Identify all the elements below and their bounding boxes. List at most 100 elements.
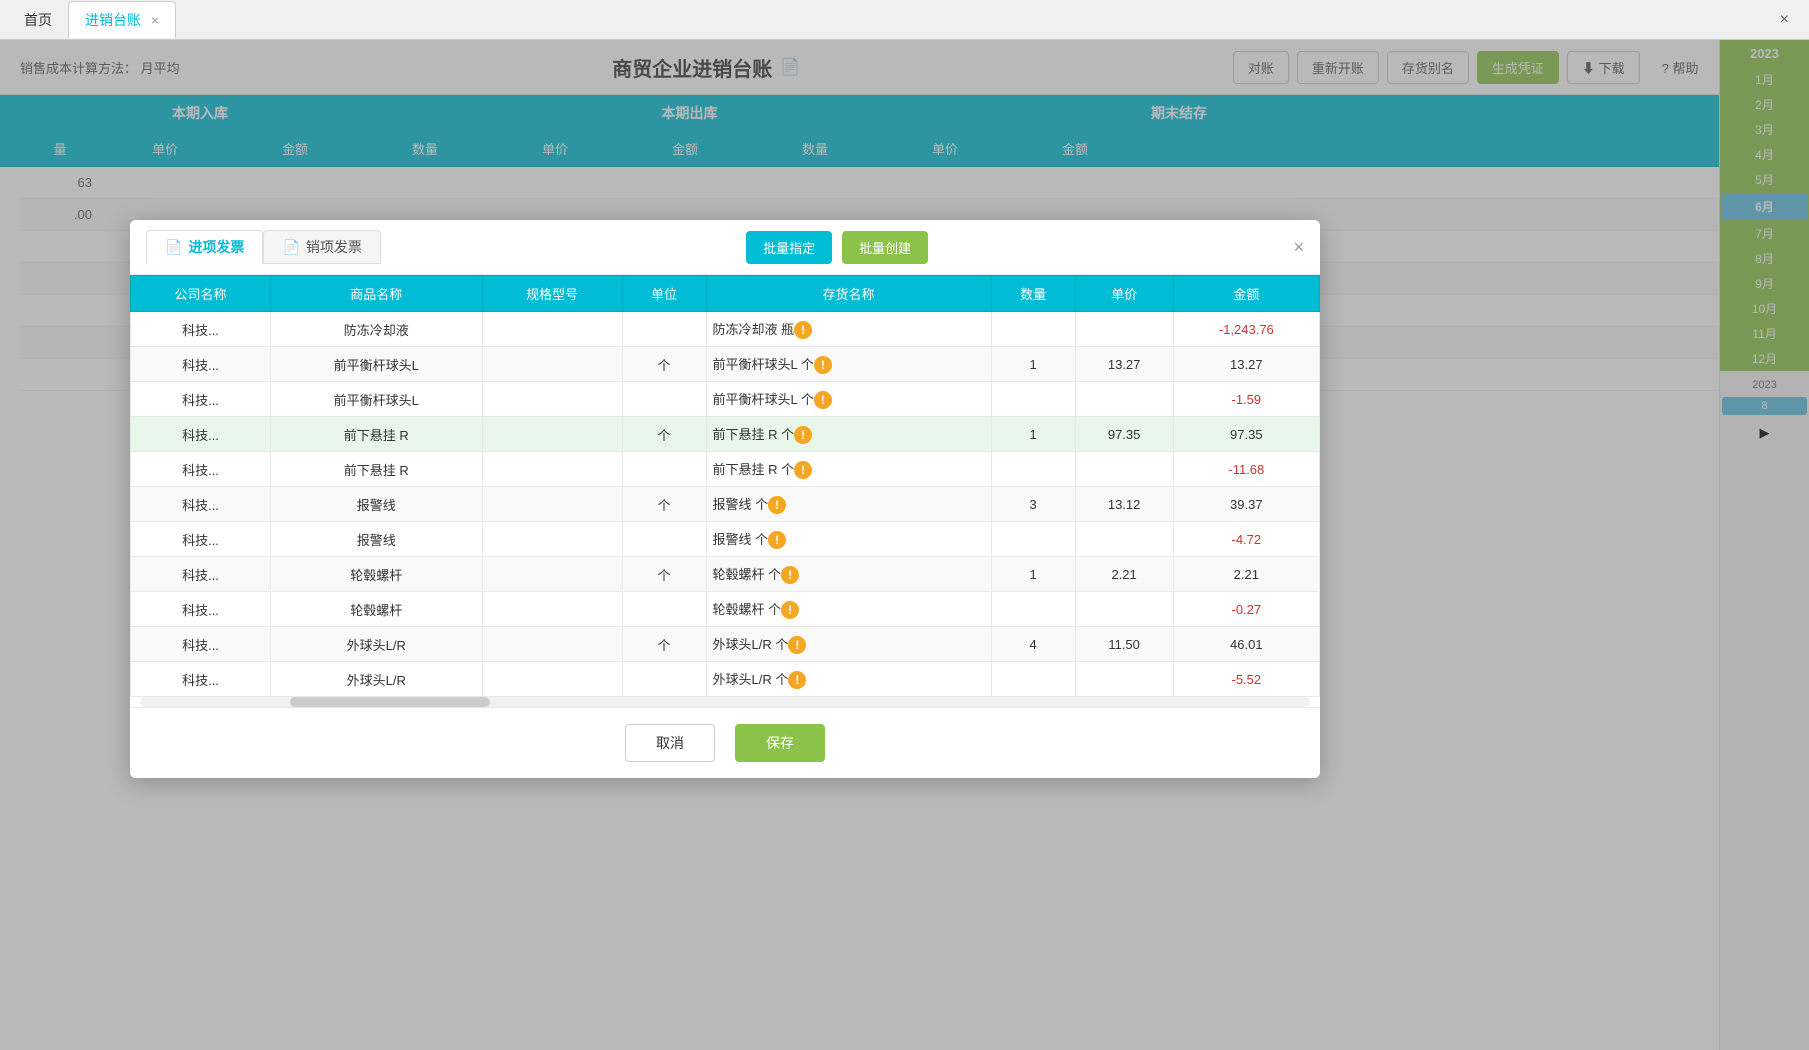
tab-ledger[interactable]: 进销台账 × (68, 1, 176, 38)
tab-purchase-invoice[interactable]: 📄 进项发票 (146, 230, 263, 264)
cell-unit: 个 (622, 627, 706, 662)
table-row[interactable]: 科技...报警线报警线 个!-4.72 (131, 522, 1320, 557)
cell-price (1075, 382, 1173, 417)
cell-inventory: 防冻冷却液 瓶! (706, 312, 991, 347)
cell-spec (482, 627, 622, 662)
table-row[interactable]: 科技...前平衡杆球头L前平衡杆球头L 个!-1.59 (131, 382, 1320, 417)
cell-spec (482, 522, 622, 557)
cell-amount: 39.37 (1173, 487, 1319, 522)
main-area: 销售成本计算方法： 月平均 商贸企业进销台账 📄 对账 重新开账 存货别名 生成… (0, 40, 1809, 1050)
cell-inventory: 轮毂螺杆 个! (706, 557, 991, 592)
cell-company: 科技... (131, 347, 271, 382)
warning-icon: ! (794, 321, 812, 339)
table-row[interactable]: 科技...前下悬挂 R前下悬挂 R 个!-11.68 (131, 452, 1320, 487)
cell-price (1075, 522, 1173, 557)
dialog-close-button[interactable]: × (1293, 238, 1304, 256)
cell-qty (991, 452, 1075, 487)
cell-product: 前平衡杆球头L (271, 347, 483, 382)
dialog-header-buttons: 批量指定 批量创建 (746, 231, 928, 264)
cell-spec (482, 347, 622, 382)
tab-close-icon[interactable]: × (151, 12, 159, 28)
cell-spec (482, 382, 622, 417)
th-price: 单价 (1075, 276, 1173, 312)
dialog-header: 📄 进项发票 📄 销项发票 批量指定 批量创建 × (130, 220, 1320, 275)
cell-qty (991, 522, 1075, 557)
cell-qty: 4 (991, 627, 1075, 662)
cell-price: 13.27 (1075, 347, 1173, 382)
cell-company: 科技... (131, 522, 271, 557)
dialog: 📄 进项发票 📄 销项发票 批量指定 批量创建 × 公司名称 (130, 220, 1320, 778)
table-row[interactable]: 科技...前平衡杆球头L个前平衡杆球头L 个!113.2713.27 (131, 347, 1320, 382)
table-row[interactable]: 科技...外球头L/R外球头L/R 个!-5.52 (131, 662, 1320, 697)
save-button[interactable]: 保存 (735, 724, 825, 762)
batch-create-button[interactable]: 批量创建 (842, 231, 928, 264)
cell-product: 前平衡杆球头L (271, 382, 483, 417)
warning-icon: ! (788, 636, 806, 654)
cell-spec (482, 417, 622, 452)
cell-company: 科技... (131, 382, 271, 417)
cell-unit (622, 522, 706, 557)
table-row[interactable]: 科技...外球头L/R个外球头L/R 个!411.5046.01 (131, 627, 1320, 662)
warning-icon: ! (768, 531, 786, 549)
cell-product: 报警线 (271, 487, 483, 522)
cell-amount: -1.59 (1173, 382, 1319, 417)
cell-qty (991, 662, 1075, 697)
cell-inventory: 前下悬挂 R 个! (706, 417, 991, 452)
batch-assign-button[interactable]: 批量指定 (746, 231, 832, 264)
window-close-button[interactable]: × (1768, 7, 1801, 33)
cell-product: 报警线 (271, 522, 483, 557)
table-row[interactable]: 科技...报警线个报警线 个!313.1239.37 (131, 487, 1320, 522)
cell-spec (482, 312, 622, 347)
tab-bar: 首页 进销台账 × × (0, 0, 1809, 40)
cell-product: 前下悬挂 R (271, 452, 483, 487)
cancel-button[interactable]: 取消 (625, 724, 715, 762)
cell-inventory: 前平衡杆球头L 个! (706, 347, 991, 382)
invoice-out-icon: 📄 (282, 239, 299, 256)
cell-company: 科技... (131, 662, 271, 697)
cell-price (1075, 312, 1173, 347)
cell-spec (482, 487, 622, 522)
cell-unit: 个 (622, 487, 706, 522)
warning-icon: ! (794, 426, 812, 444)
cell-qty (991, 382, 1075, 417)
cell-company: 科技... (131, 452, 271, 487)
cell-qty (991, 592, 1075, 627)
table-row[interactable]: 科技...轮毂螺杆轮毂螺杆 个!-0.27 (131, 592, 1320, 627)
th-spec: 规格型号 (482, 276, 622, 312)
th-product: 商品名称 (271, 276, 483, 312)
cell-price (1075, 452, 1173, 487)
cell-unit (622, 592, 706, 627)
invoice-table: 公司名称 商品名称 规格型号 单位 存货名称 数量 单价 金额 科技...防冻冷… (130, 275, 1320, 697)
cell-company: 科技... (131, 417, 271, 452)
cell-amount: 46.01 (1173, 627, 1319, 662)
warning-icon: ! (794, 461, 812, 479)
warning-icon: ! (768, 496, 786, 514)
cell-inventory: 报警线 个! (706, 487, 991, 522)
cell-amount: -5.52 (1173, 662, 1319, 697)
cell-price: 11.50 (1075, 627, 1173, 662)
cell-price: 97.35 (1075, 417, 1173, 452)
tab-home[interactable]: 首页 (8, 2, 68, 38)
cell-spec (482, 662, 622, 697)
cell-company: 科技... (131, 312, 271, 347)
table-row[interactable]: 科技...轮毂螺杆个轮毂螺杆 个!12.212.21 (131, 557, 1320, 592)
th-qty: 数量 (991, 276, 1075, 312)
dialog-tabs: 📄 进项发票 📄 销项发票 (146, 230, 381, 264)
table-row[interactable]: 科技...防冻冷却液防冻冷却液 瓶!-1,243.76 (131, 312, 1320, 347)
cell-unit (622, 382, 706, 417)
cell-company: 科技... (131, 592, 271, 627)
dialog-table-area[interactable]: 公司名称 商品名称 规格型号 单位 存货名称 数量 单价 金额 科技...防冻冷… (130, 275, 1320, 697)
cell-amount: -1,243.76 (1173, 312, 1319, 347)
cell-inventory: 报警线 个! (706, 522, 991, 557)
cell-unit (622, 452, 706, 487)
table-row[interactable]: 科技...前下悬挂 R个前下悬挂 R 个!197.3597.35 (131, 417, 1320, 452)
warning-icon: ! (781, 566, 799, 584)
cell-qty (991, 312, 1075, 347)
cell-unit: 个 (622, 417, 706, 452)
tab-sales-invoice[interactable]: 📄 销项发票 (263, 230, 380, 264)
cell-price (1075, 662, 1173, 697)
cell-amount: 2.21 (1173, 557, 1319, 592)
invoice-in-icon: 📄 (165, 239, 182, 256)
warning-icon: ! (781, 601, 799, 619)
cell-unit (622, 312, 706, 347)
